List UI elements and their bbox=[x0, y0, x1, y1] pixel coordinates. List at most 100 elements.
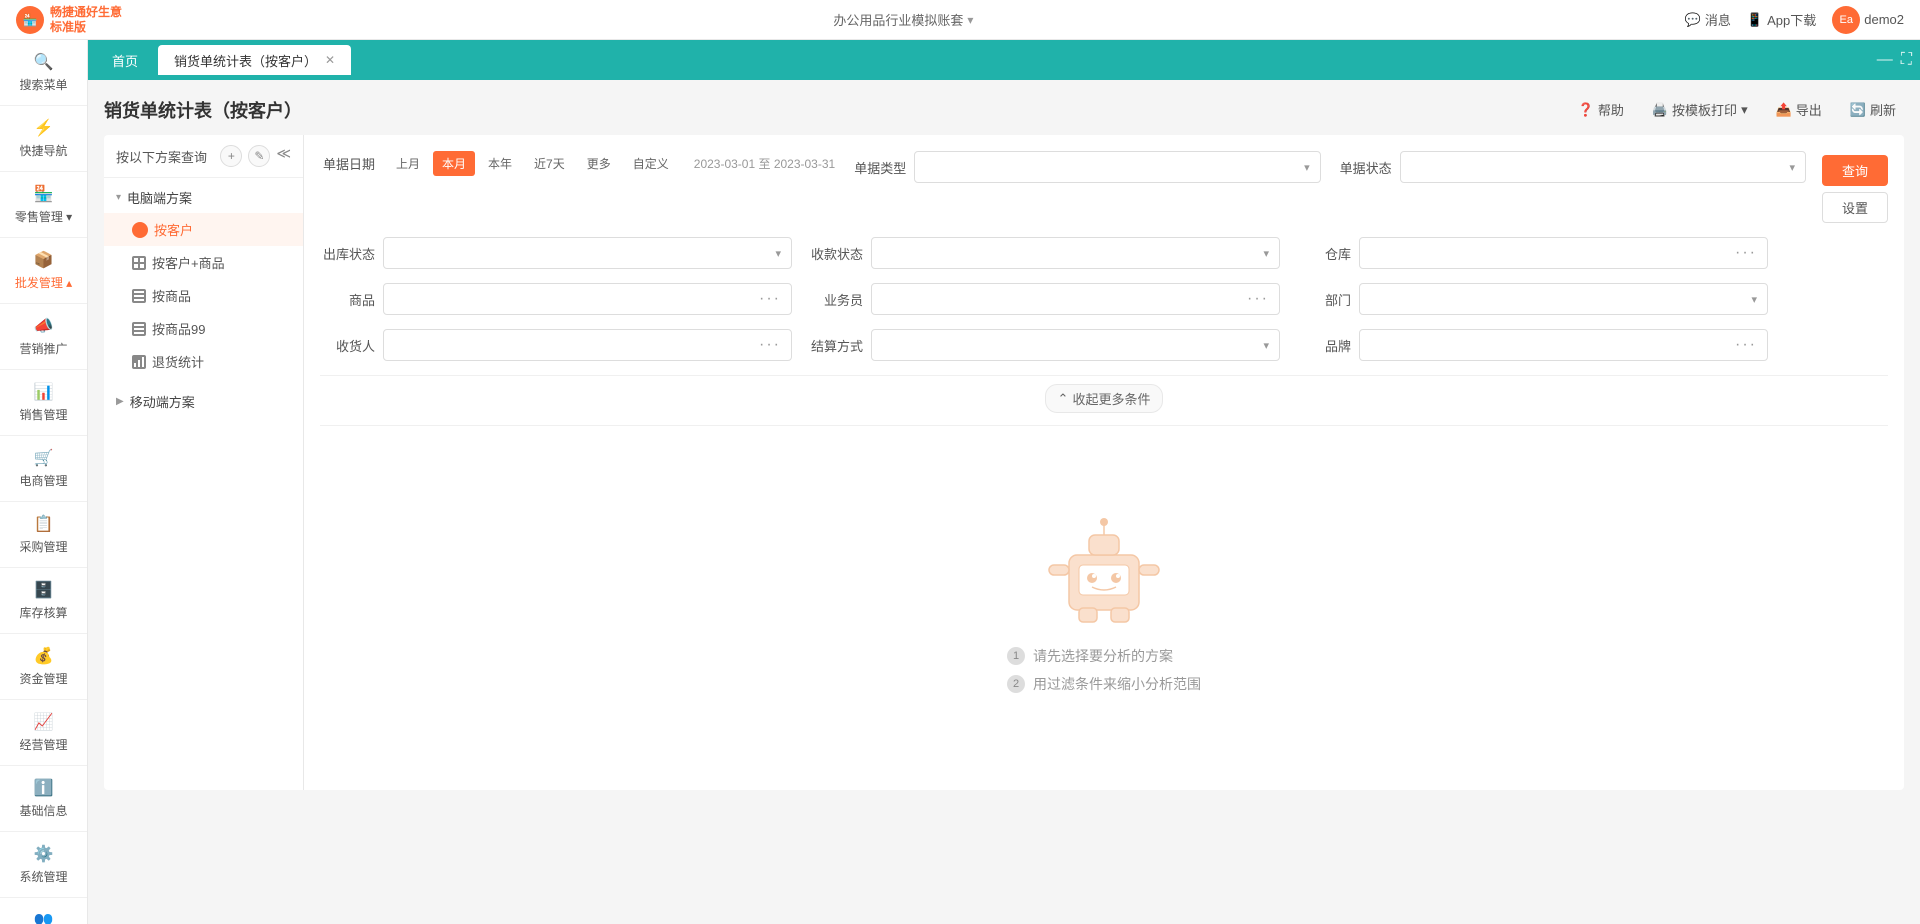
receipt-status-label: 收款状态 bbox=[808, 244, 863, 263]
sidebar-item-finance[interactable]: 💰 资金管理 bbox=[0, 634, 87, 700]
scheme-item-by-customer-goods[interactable]: 按客户+商品 bbox=[104, 246, 303, 279]
help-button[interactable]: ❓ 帮助 bbox=[1570, 96, 1632, 123]
date-label: 单据日期 bbox=[320, 154, 375, 173]
salesperson-select[interactable]: ··· bbox=[871, 283, 1280, 315]
sidebar-item-purchase[interactable]: 📋 采购管理 bbox=[0, 502, 87, 568]
bill-type-select[interactable]: ▾ bbox=[914, 151, 1320, 183]
tab-close-button[interactable]: ✕ bbox=[325, 53, 335, 67]
bill-status-label: 单据状态 bbox=[1337, 158, 1392, 177]
page-content: 销货单统计表（按客户） ❓ 帮助 🖨️ 按模板打印 ▾ 📤 bbox=[88, 80, 1920, 924]
sidebar-item-basic[interactable]: ℹ️ 基础信息 bbox=[0, 766, 87, 832]
empty-state: 1 请先选择要分析的方案 2 用过滤条件来缩小分析范围 bbox=[320, 430, 1888, 774]
goods-dots[interactable]: ··· bbox=[759, 290, 781, 308]
top-bar-right: 💬 消息 📱 App下载 Ea demo2 bbox=[1685, 6, 1904, 34]
brand-select[interactable]: ··· bbox=[1359, 329, 1768, 361]
content-area: 首页 销货单统计表（按客户） ✕ — ⛶ 销货单统计表（按客户） bbox=[88, 40, 1920, 924]
main-layout: 🔍 搜索菜单 ⚡ 快捷导航 🏪 零售管理 ▾ 📦 批发管理 ▴ 📣 营销推广 📊 bbox=[0, 40, 1920, 924]
warehouse-select[interactable]: ··· bbox=[1359, 237, 1768, 269]
goods-label: 商品 bbox=[320, 290, 375, 309]
settings-button[interactable]: 设置 bbox=[1822, 192, 1888, 223]
workspace-dropdown-arrow[interactable]: ▾ bbox=[967, 13, 973, 27]
inventory-icon: 🗄️ bbox=[34, 580, 54, 600]
salesperson-dots[interactable]: ··· bbox=[1247, 290, 1269, 308]
scheme-item-by-goods-99[interactable]: 按商品99 bbox=[104, 312, 303, 345]
dept-select[interactable]: ▾ bbox=[1359, 283, 1768, 315]
scheme-desktop-group: ▾ 电脑端方案 按客户 按客户+商品 bbox=[104, 178, 303, 382]
retail-icon: 🏪 bbox=[34, 184, 54, 204]
receipt-status-select[interactable]: ▾ bbox=[871, 237, 1280, 269]
goods-select[interactable]: ··· bbox=[383, 283, 792, 315]
sidebar-item-marketing[interactable]: 📣 营销推广 bbox=[0, 304, 87, 370]
minimize-button[interactable]: — bbox=[1877, 51, 1893, 69]
scheme-header-icons: + ✎ ≪ bbox=[220, 145, 291, 167]
basic-icon: ℹ️ bbox=[34, 778, 54, 798]
receiver-label: 收货人 bbox=[320, 336, 375, 355]
scheme-edit-button[interactable]: ✎ bbox=[248, 145, 270, 167]
refresh-icon: 🔄 bbox=[1850, 102, 1866, 118]
receiver-dots[interactable]: ··· bbox=[759, 336, 781, 354]
scheme-item-by-customer[interactable]: 按客户 bbox=[104, 213, 303, 246]
scheme-mobile-arrow: ▶ bbox=[116, 396, 124, 407]
collapse-button[interactable]: ⌃ 收起更多条件 bbox=[1045, 384, 1164, 413]
export-button[interactable]: 📤 导出 bbox=[1768, 96, 1830, 123]
scheme-add-button[interactable]: + bbox=[220, 145, 242, 167]
filter-action-buttons: 查询 设置 bbox=[1822, 151, 1888, 223]
scheme-collapse-button[interactable]: ≪ bbox=[276, 145, 291, 167]
empty-tip-2: 2 用过滤条件来缩小分析范围 bbox=[1007, 674, 1201, 694]
top-bar-center: 办公用品行业模拟账套 ▾ bbox=[122, 10, 1685, 29]
print-button[interactable]: 🖨️ 按模板打印 ▾ bbox=[1644, 96, 1756, 123]
sidebar-item-quick-nav[interactable]: ⚡ 快捷导航 bbox=[0, 106, 87, 172]
sidebar-item-enterprise[interactable]: 👥 企业协同 bbox=[0, 898, 87, 924]
filter-panel: 单据日期 上月 本月 本年 近7天 更多 自定义 2023-03-01 至 20… bbox=[304, 135, 1904, 790]
tab-sales-stat[interactable]: 销货单统计表（按客户） ✕ bbox=[158, 45, 351, 75]
maximize-button[interactable]: ⛶ bbox=[1901, 51, 1912, 69]
sidebar-item-retail[interactable]: 🏪 零售管理 ▾ bbox=[0, 172, 87, 238]
date-range-text: 2023-03-01 至 2023-03-31 bbox=[694, 155, 835, 172]
bill-type-label: 单据类型 bbox=[851, 158, 906, 177]
main-panel: 按以下方案查询 + ✎ ≪ ▾ 电脑端方案 bbox=[104, 135, 1904, 790]
bill-status-select[interactable]: ▾ bbox=[1400, 151, 1806, 183]
scheme-item-return-stat[interactable]: 退货统计 bbox=[104, 345, 303, 378]
print-arrow[interactable]: ▾ bbox=[1741, 102, 1748, 118]
tab-home[interactable]: 首页 bbox=[96, 45, 154, 75]
receipt-status-arrow: ▾ bbox=[1263, 247, 1269, 260]
date-btn-custom[interactable]: 自定义 bbox=[624, 151, 678, 176]
message-button[interactable]: 💬 消息 bbox=[1685, 10, 1731, 29]
date-filter-buttons: 上月 本月 本年 近7天 更多 自定义 bbox=[387, 151, 678, 176]
scheme-mobile-group: ▶ 移动端方案 bbox=[104, 382, 303, 421]
tip-num-2: 2 bbox=[1007, 675, 1025, 693]
out-status-label: 出库状态 bbox=[320, 244, 375, 263]
receiver-select[interactable]: ··· bbox=[383, 329, 792, 361]
date-btn-last-7[interactable]: 近7天 bbox=[525, 151, 574, 176]
settlement-select[interactable]: ▾ bbox=[871, 329, 1280, 361]
date-btn-this-year[interactable]: 本年 bbox=[479, 151, 521, 176]
refresh-button[interactable]: 🔄 刷新 bbox=[1842, 96, 1904, 123]
logo-icon: 🏪 bbox=[16, 6, 44, 34]
user-menu-button[interactable]: Ea demo2 bbox=[1832, 6, 1904, 34]
date-btn-this-month[interactable]: 本月 bbox=[433, 151, 475, 176]
out-status-select[interactable]: ▾ bbox=[383, 237, 792, 269]
scheme-desktop-group-header[interactable]: ▾ 电脑端方案 bbox=[104, 182, 303, 213]
warehouse-dots[interactable]: ··· bbox=[1735, 244, 1757, 262]
scheme-group-arrow: ▾ bbox=[116, 192, 121, 203]
salesperson-label: 业务员 bbox=[808, 290, 863, 309]
date-btn-last-month[interactable]: 上月 bbox=[387, 151, 429, 176]
sidebar-item-operation[interactable]: 📈 经营管理 bbox=[0, 700, 87, 766]
enterprise-icon: 👥 bbox=[34, 910, 54, 924]
sidebar-item-search[interactable]: 🔍 搜索菜单 bbox=[0, 40, 87, 106]
sidebar-item-inventory[interactable]: 🗄️ 库存核算 bbox=[0, 568, 87, 634]
scheme-mobile-group-header[interactable]: ▶ 移动端方案 bbox=[104, 386, 303, 417]
date-btn-more[interactable]: 更多 bbox=[578, 151, 620, 176]
quick-nav-icon: ⚡ bbox=[34, 118, 54, 138]
query-button[interactable]: 查询 bbox=[1822, 155, 1888, 186]
logo-area: 🏪 畅捷通好生意 标准版 bbox=[16, 5, 122, 34]
brand-dots[interactable]: ··· bbox=[1735, 336, 1757, 354]
tab-bar-actions: — ⛶ bbox=[1877, 51, 1912, 69]
sidebar-item-ecommerce[interactable]: 🛒 电商管理 bbox=[0, 436, 87, 502]
app-container: 🏪 畅捷通好生意 标准版 办公用品行业模拟账套 ▾ 💬 消息 📱 App下载 bbox=[0, 0, 1920, 924]
sidebar-item-system[interactable]: ⚙️ 系统管理 bbox=[0, 832, 87, 898]
app-download-button[interactable]: 📱 App下载 bbox=[1747, 10, 1816, 29]
sidebar-item-sales[interactable]: 📊 销售管理 bbox=[0, 370, 87, 436]
sidebar-item-wholesale[interactable]: 📦 批发管理 ▴ bbox=[0, 238, 87, 304]
scheme-item-by-goods[interactable]: 按商品 bbox=[104, 279, 303, 312]
